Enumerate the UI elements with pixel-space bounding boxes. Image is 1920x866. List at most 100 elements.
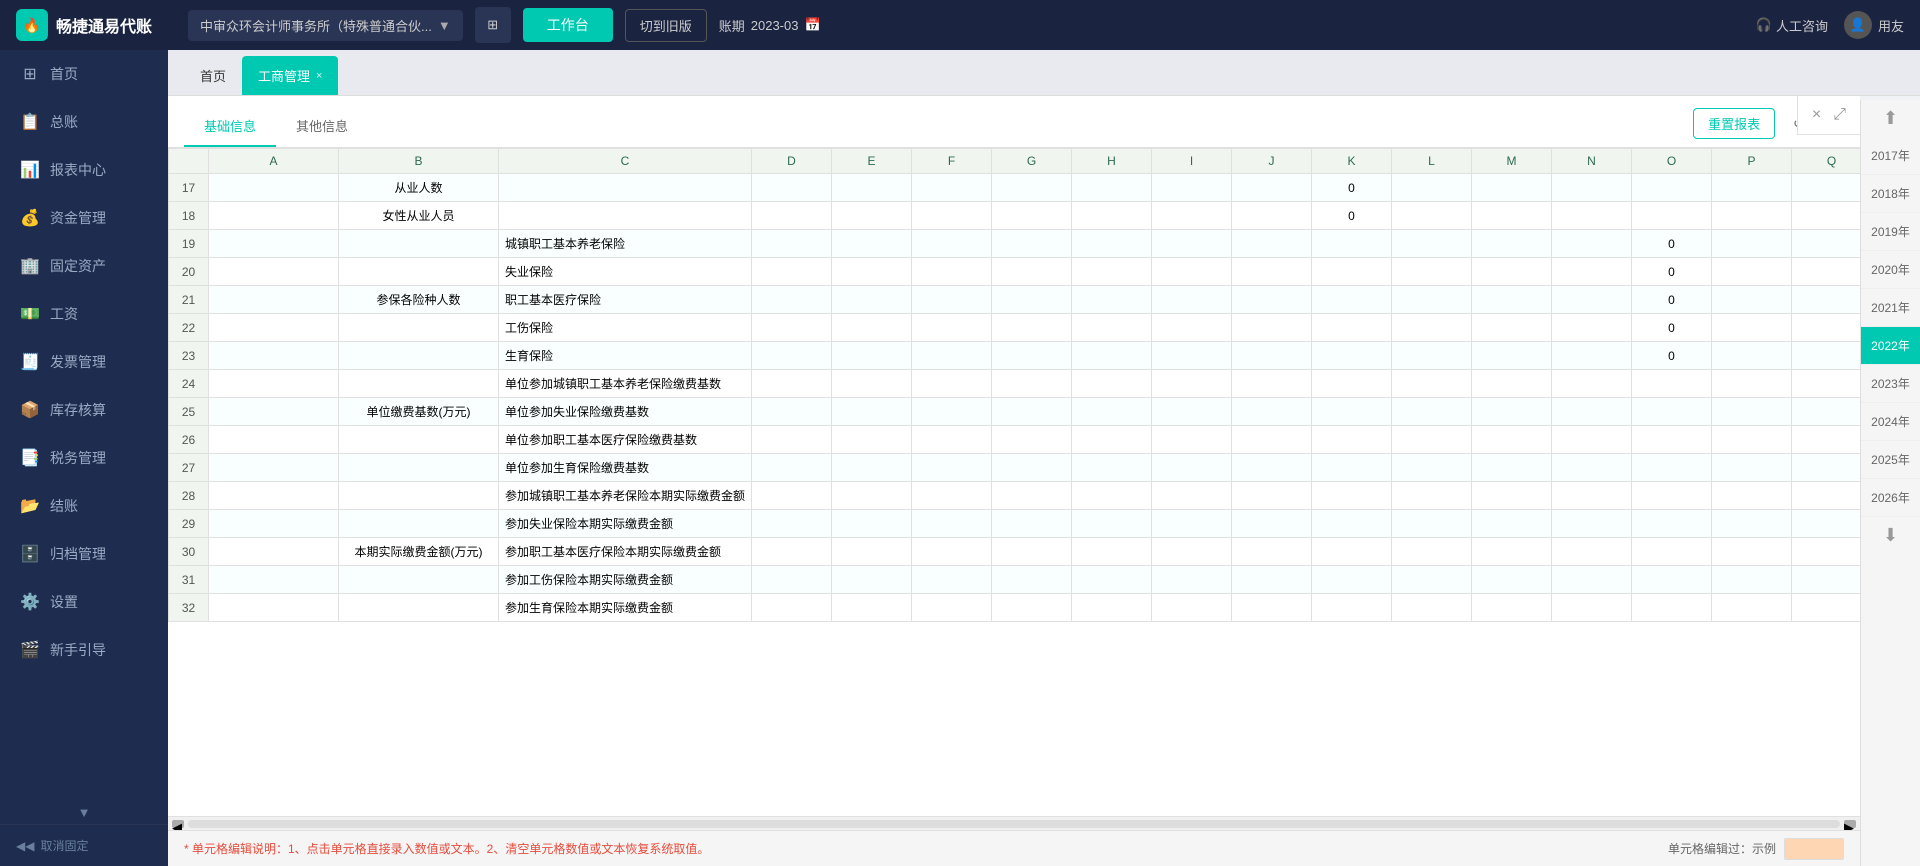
cell-k[interactable] [1312,398,1392,426]
cell-o[interactable]: 0 [1632,314,1712,342]
cell-d-j[interactable] [992,566,1072,594]
cell-c[interactable]: 单位参加失业保险缴费基数 [499,398,752,426]
cell-d-j[interactable] [832,566,912,594]
cell-d-j[interactable] [912,594,992,622]
cell-a[interactable] [209,230,339,258]
cell-l-n[interactable] [1392,454,1472,482]
cell-p-q[interactable] [1792,258,1860,286]
year-nav-down[interactable]: ⬇ [1861,517,1920,554]
cell-c[interactable]: 参加失业保险本期实际缴费金额 [499,510,752,538]
cell-c[interactable]: 失业保险 [499,258,752,286]
cell-o[interactable]: 0 [1632,342,1712,370]
cell-l-n[interactable] [1552,286,1632,314]
year-2018[interactable]: 2018年 [1861,175,1920,213]
cell-p-q[interactable] [1712,230,1792,258]
cell-k[interactable] [1312,426,1392,454]
cell-d-j[interactable] [912,370,992,398]
tab-home[interactable]: 首页 [184,56,242,95]
cell-o[interactable]: 0 [1632,258,1712,286]
cell-k[interactable] [1312,258,1392,286]
cell-d-j[interactable] [752,482,832,510]
cell-p-q[interactable] [1712,342,1792,370]
cell-l-n[interactable] [1472,594,1552,622]
cell-c[interactable] [499,202,752,230]
cell-l-n[interactable] [1472,286,1552,314]
cell-d-j[interactable] [752,174,832,202]
sidebar-item-invoice[interactable]: 🧾 发票管理 [0,338,168,386]
sidebar-item-tax[interactable]: 📑 税务管理 [0,434,168,482]
tab-close-icon[interactable]: × [316,70,322,82]
cell-a[interactable] [209,594,339,622]
cell-o[interactable] [1632,510,1712,538]
cell-d-j[interactable] [1232,230,1312,258]
cell-c[interactable]: 生育保险 [499,342,752,370]
cell-o[interactable]: 0 [1632,230,1712,258]
cell-l-n[interactable] [1472,538,1552,566]
copy-button[interactable]: ⊞ [475,7,511,43]
old-version-button[interactable]: 切到旧版 [625,9,707,42]
cell-c[interactable]: 城镇职工基本养老保险 [499,230,752,258]
cell-l-n[interactable] [1472,454,1552,482]
cell-a[interactable] [209,174,339,202]
cell-d-j[interactable] [1152,510,1232,538]
cell-o[interactable] [1632,482,1712,510]
cell-d-j[interactable] [832,482,912,510]
cell-d-j[interactable] [832,594,912,622]
cell-p-q[interactable] [1792,370,1860,398]
sidebar-item-home[interactable]: ⊞ 首页 [0,50,168,98]
cell-d-j[interactable] [1072,454,1152,482]
cell-a[interactable] [209,398,339,426]
cell-c[interactable]: 参加职工基本医疗保险本期实际缴费金额 [499,538,752,566]
cell-d-j[interactable] [1072,370,1152,398]
cell-p-q[interactable] [1712,286,1792,314]
cell-p-q[interactable] [1712,314,1792,342]
cell-d-j[interactable] [832,426,912,454]
cell-l-n[interactable] [1472,398,1552,426]
cell-p-q[interactable] [1712,370,1792,398]
cell-b[interactable] [339,314,499,342]
cell-d-j[interactable] [1152,230,1232,258]
cell-d-j[interactable] [992,398,1072,426]
cell-b[interactable] [339,258,499,286]
cell-l-n[interactable] [1472,342,1552,370]
cell-d-j[interactable] [1152,174,1232,202]
cell-d-j[interactable] [1072,202,1152,230]
cell-d-j[interactable] [1072,342,1152,370]
sidebar-item-archive[interactable]: 🗄️ 归档管理 [0,530,168,578]
cell-d-j[interactable] [1152,370,1232,398]
cell-l-n[interactable] [1552,398,1632,426]
workbench-button[interactable]: 工作台 [523,8,613,42]
cell-a[interactable] [209,286,339,314]
cell-o[interactable] [1632,594,1712,622]
cell-d-j[interactable] [1232,538,1312,566]
cell-k[interactable] [1312,230,1392,258]
cell-p-q[interactable] [1712,398,1792,426]
cell-l-n[interactable] [1472,174,1552,202]
cell-b[interactable]: 女性从业人员 [339,202,499,230]
year-2020[interactable]: 2020年 [1861,251,1920,289]
cell-l-n[interactable] [1472,230,1552,258]
cell-a[interactable] [209,342,339,370]
cell-p-q[interactable] [1712,566,1792,594]
cell-l-n[interactable] [1552,230,1632,258]
cell-d-j[interactable] [912,454,992,482]
cell-d-j[interactable] [1152,426,1232,454]
sidebar-item-inventory[interactable]: 📦 库存核算 [0,386,168,434]
calendar-icon[interactable]: 📅 [804,17,820,33]
cell-d-j[interactable] [992,230,1072,258]
cell-d-j[interactable] [832,370,912,398]
year-2019[interactable]: 2019年 [1861,213,1920,251]
cell-b[interactable] [339,594,499,622]
cell-l-n[interactable] [1472,202,1552,230]
cell-d-j[interactable] [1232,286,1312,314]
cell-d-j[interactable] [912,342,992,370]
cell-b[interactable]: 本期实际缴费金额(万元) [339,538,499,566]
sub-tab-other[interactable]: 其他信息 [276,108,368,147]
cell-l-n[interactable] [1552,370,1632,398]
cell-k[interactable] [1312,342,1392,370]
cell-d-j[interactable] [992,426,1072,454]
cell-l-n[interactable] [1392,538,1472,566]
cell-b[interactable] [339,230,499,258]
tab-industrial[interactable]: 工商管理 × [242,56,338,95]
year-2026[interactable]: 2026年 [1861,479,1920,517]
